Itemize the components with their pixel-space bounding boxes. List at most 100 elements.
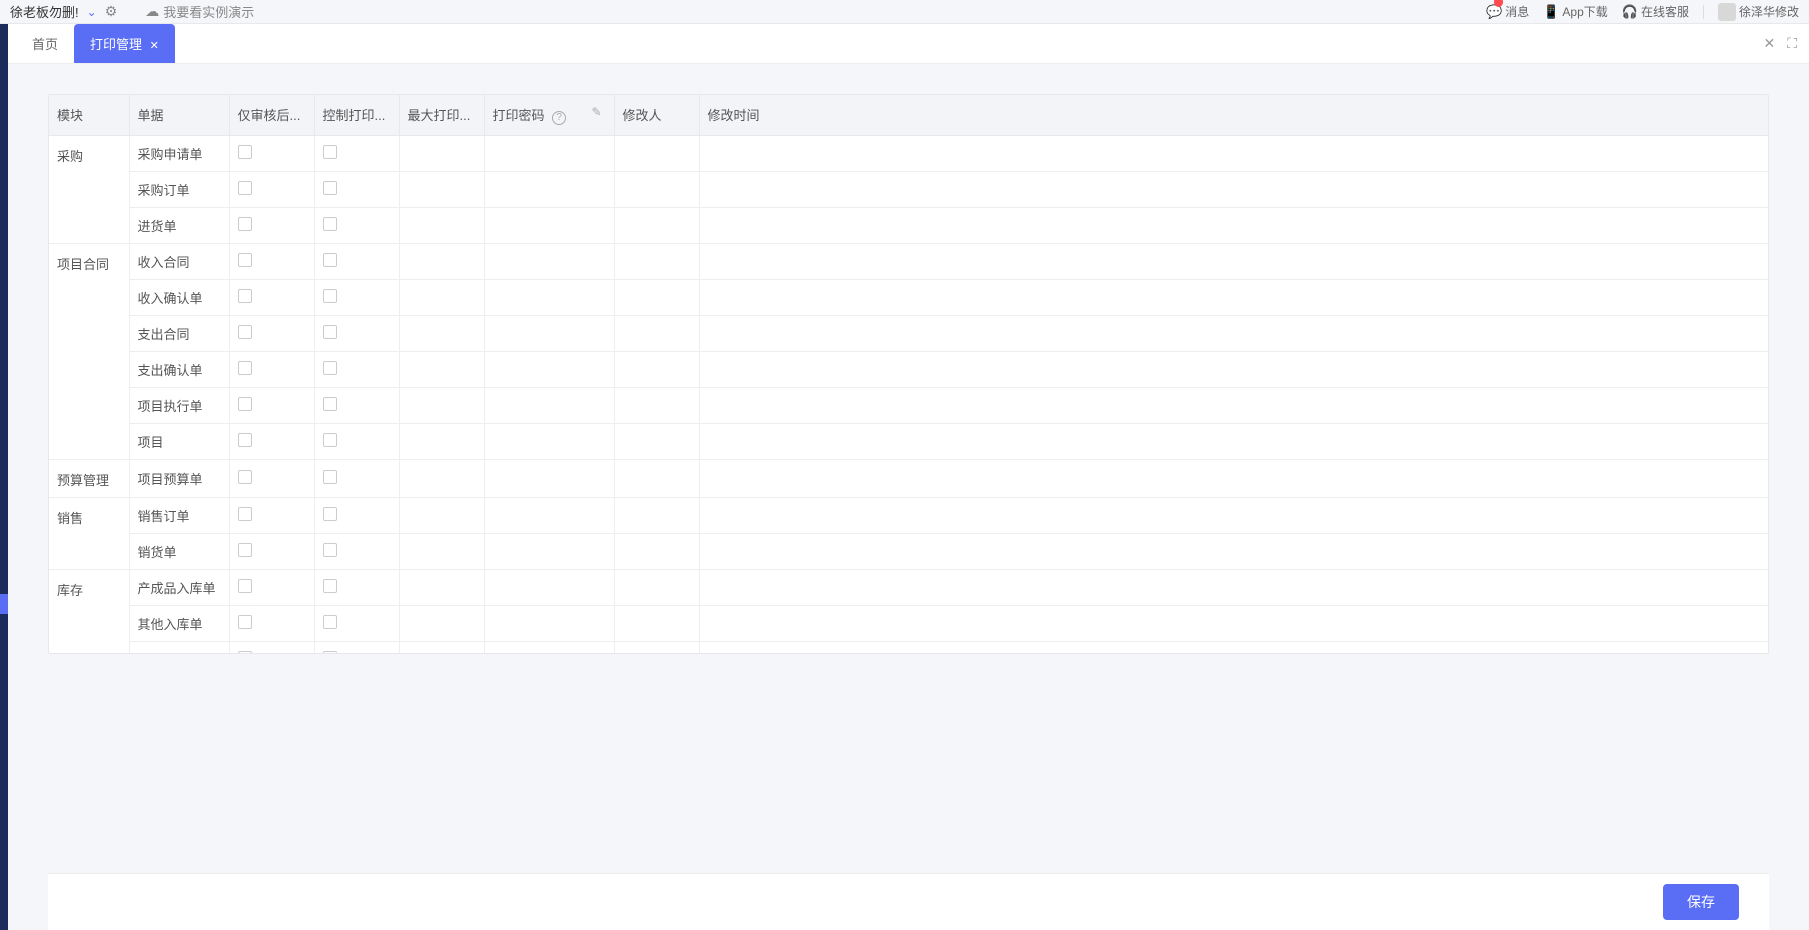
cell-modifier (614, 641, 699, 653)
cell-control-print (314, 605, 399, 641)
tab-print-management[interactable]: 打印管理 ✕ (74, 24, 175, 63)
gear-icon[interactable]: ⚙ (105, 3, 118, 20)
checkbox-audit-only[interactable] (238, 543, 252, 557)
app-download-link[interactable]: 📱 App下载 (1543, 3, 1608, 20)
th-audit-only: 仅审核后... (229, 95, 314, 135)
table-row: 收入确认单 (49, 279, 1768, 315)
table-container: 模块 单据 仅审核后... 控制打印... 最大打印... 打印密码 ? ✎ (48, 94, 1769, 654)
cell-bill: 进货单 (129, 207, 229, 243)
checkbox-control-print[interactable] (323, 579, 337, 593)
checkbox-audit-only[interactable] (238, 651, 252, 654)
cell-modify-time (699, 315, 1768, 351)
checkbox-control-print[interactable] (323, 507, 337, 521)
left-rail (0, 24, 8, 930)
checkbox-audit-only[interactable] (238, 145, 252, 159)
message-link[interactable]: 💬 消息 (1486, 3, 1529, 20)
help-icon[interactable]: ? (552, 111, 566, 125)
table-header-row: 模块 单据 仅审核后... 控制打印... 最大打印... 打印密码 ? ✎ (49, 95, 1768, 135)
fullscreen-icon[interactable]: ⛶ (1787, 35, 1797, 52)
tab-home[interactable]: 首页 (16, 24, 74, 63)
cell-control-print (314, 387, 399, 423)
org-dropdown-text[interactable]: 徐老板勿删! (10, 2, 79, 21)
demo-link[interactable]: ☁ 我要看实例演示 (145, 2, 254, 21)
table-row: 项目执行单 (49, 387, 1768, 423)
close-all-icon[interactable]: ✕ (1763, 35, 1775, 52)
cell-modify-time (699, 351, 1768, 387)
checkbox-control-print[interactable] (323, 433, 337, 447)
cell-max-print (399, 569, 484, 605)
cell-bill: 收入合同 (129, 243, 229, 279)
cell-modify-time (699, 533, 1768, 569)
online-service-link[interactable]: 🎧 在线客服 (1622, 3, 1689, 20)
cell-modify-time (699, 171, 1768, 207)
checkbox-audit-only[interactable] (238, 507, 252, 521)
cell-audit-only (229, 533, 314, 569)
cell-print-password (484, 387, 614, 423)
checkbox-audit-only[interactable] (238, 181, 252, 195)
cell-audit-only (229, 641, 314, 653)
checkbox-control-print[interactable] (323, 361, 337, 375)
cell-module: 销售 (49, 497, 129, 569)
cell-audit-only (229, 605, 314, 641)
checkbox-control-print[interactable] (323, 253, 337, 267)
checkbox-control-print[interactable] (323, 543, 337, 557)
checkbox-control-print[interactable] (323, 181, 337, 195)
checkbox-audit-only[interactable] (238, 579, 252, 593)
edit-icon[interactable]: ✎ (591, 105, 601, 119)
checkbox-control-print[interactable] (323, 615, 337, 629)
th-print-password-label: 打印密码 (493, 108, 545, 123)
topbar: 徐老板勿删! ⌄ ⚙ ☁ 我要看实例演示 💬 消息 📱 App下载 🎧 在线客服… (0, 0, 1809, 24)
checkbox-audit-only[interactable] (238, 470, 252, 484)
checkbox-audit-only[interactable] (238, 397, 252, 411)
close-icon[interactable]: ✕ (150, 40, 159, 52)
checkbox-control-print[interactable] (323, 289, 337, 303)
cell-modifier (614, 533, 699, 569)
table-body: 采购采购申请单采购订单进货单项目合同收入合同收入确认单支出合同支出确认单项目执行… (49, 135, 1768, 653)
checkbox-control-print[interactable] (323, 470, 337, 484)
cell-bill: 项目执行单 (129, 387, 229, 423)
avatar-icon (1718, 3, 1736, 21)
cell-control-print (314, 315, 399, 351)
checkbox-audit-only[interactable] (238, 325, 252, 339)
online-service-label: 在线客服 (1641, 3, 1689, 20)
cell-max-print (399, 459, 484, 497)
table-row: 其他入库单 (49, 605, 1768, 641)
cell-modifier (614, 387, 699, 423)
cell-print-password (484, 459, 614, 497)
cell-print-password (484, 315, 614, 351)
table-row: 支出合同 (49, 315, 1768, 351)
table-scroll[interactable]: 模块 单据 仅审核后... 控制打印... 最大打印... 打印密码 ? ✎ (49, 95, 1768, 653)
cell-modifier (614, 135, 699, 171)
checkbox-audit-only[interactable] (238, 253, 252, 267)
checkbox-control-print[interactable] (323, 145, 337, 159)
cell-audit-only (229, 243, 314, 279)
cell-max-print (399, 171, 484, 207)
cell-bill: 销货单 (129, 533, 229, 569)
cell-modifier (614, 171, 699, 207)
cell-modifier (614, 207, 699, 243)
user-menu[interactable]: 徐泽华修改 (1718, 3, 1799, 21)
th-module: 模块 (49, 95, 129, 135)
checkbox-audit-only[interactable] (238, 289, 252, 303)
checkbox-control-print[interactable] (323, 217, 337, 231)
cell-modify-time (699, 605, 1768, 641)
checkbox-audit-only[interactable] (238, 433, 252, 447)
message-badge (1494, 0, 1503, 7)
table-row: 进货单 (49, 207, 1768, 243)
checkbox-audit-only[interactable] (238, 615, 252, 629)
cell-print-password (484, 605, 614, 641)
checkbox-control-print[interactable] (323, 651, 337, 654)
phone-icon: 📱 (1543, 4, 1559, 20)
cell-modifier (614, 279, 699, 315)
chevron-down-icon[interactable]: ⌄ (87, 5, 97, 19)
cell-control-print (314, 423, 399, 459)
save-button[interactable]: 保存 (1663, 884, 1739, 920)
checkbox-control-print[interactable] (323, 397, 337, 411)
checkbox-control-print[interactable] (323, 325, 337, 339)
table-row: 采购订单 (49, 171, 1768, 207)
checkbox-audit-only[interactable] (238, 217, 252, 231)
checkbox-audit-only[interactable] (238, 361, 252, 375)
table-row: 预算管理项目预算单 (49, 459, 1768, 497)
table-row: 项目合同收入合同 (49, 243, 1768, 279)
cell-max-print (399, 533, 484, 569)
